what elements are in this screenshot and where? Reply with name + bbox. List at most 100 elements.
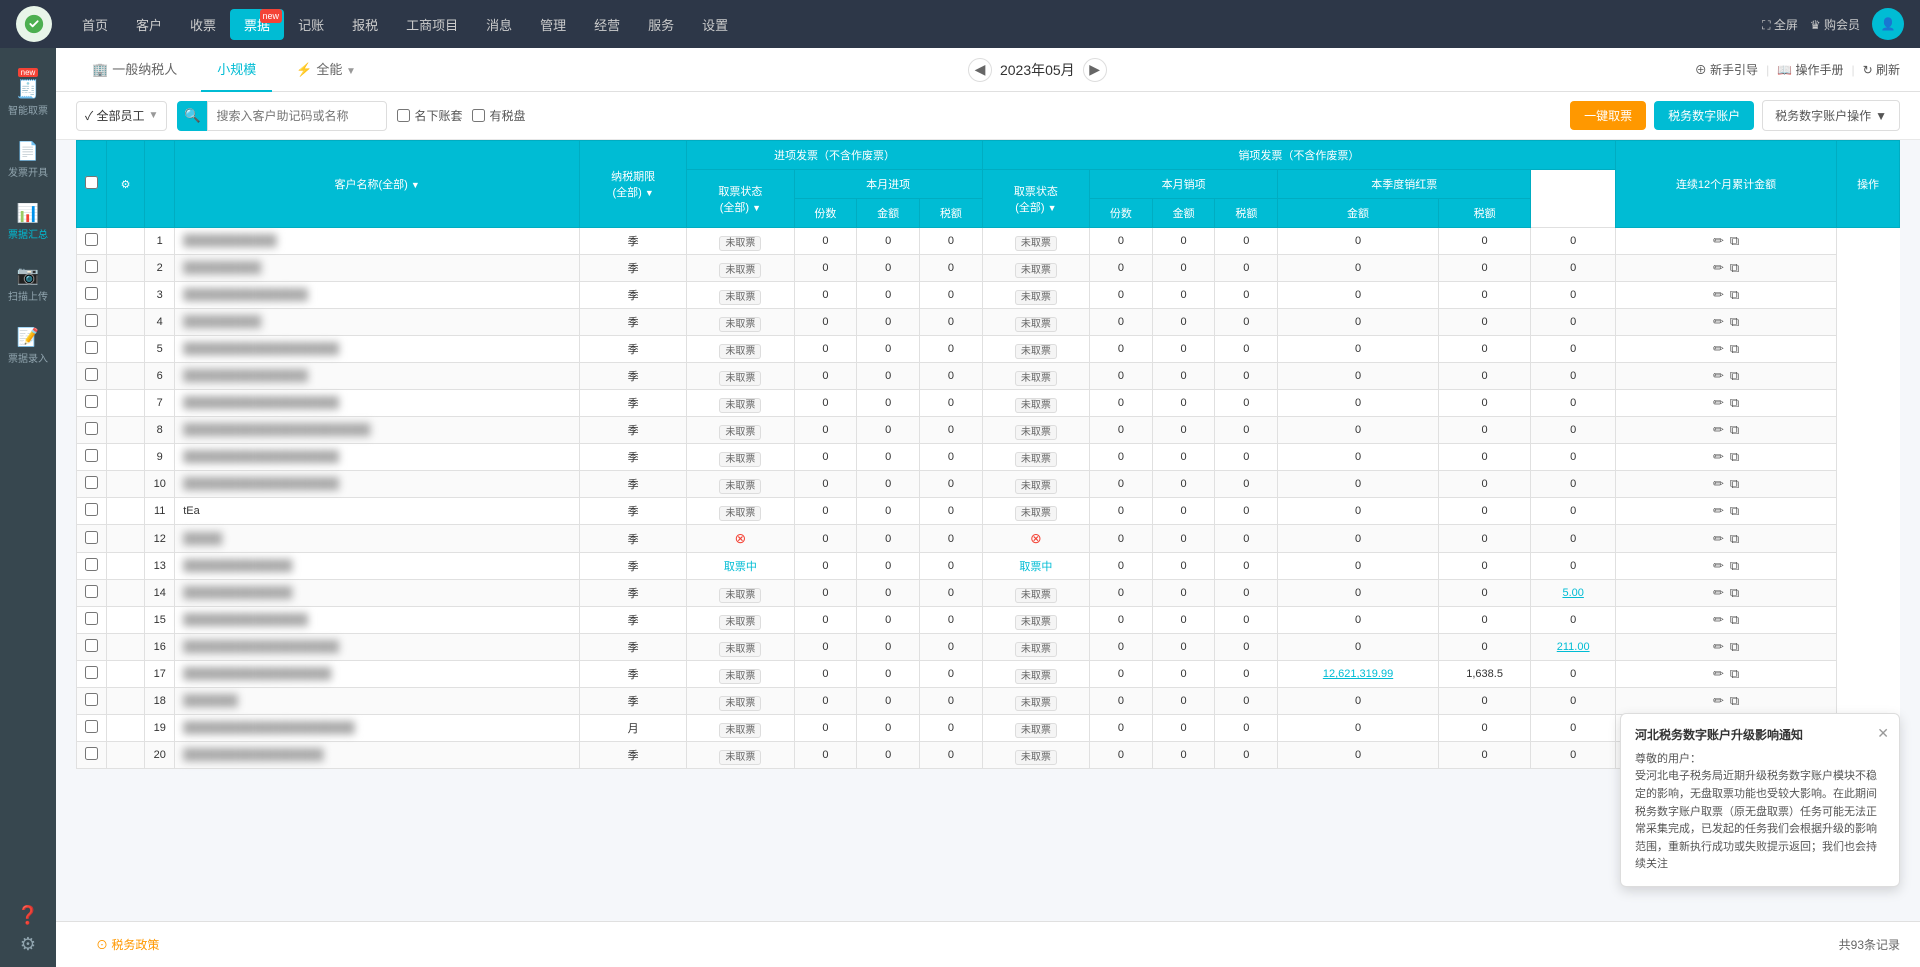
row-checkbox[interactable] <box>85 720 98 733</box>
notification-close-btn[interactable]: ✕ <box>1877 722 1889 744</box>
row-checkbox[interactable] <box>85 422 98 435</box>
search-input[interactable] <box>207 101 387 131</box>
under-account-checkbox[interactable]: 名下账套 <box>397 107 462 124</box>
employee-selector[interactable]: ✓ 全部员工 ▼ <box>76 101 167 131</box>
edit-icon[interactable]: ✏ <box>1713 558 1724 574</box>
row-checkbox[interactable] <box>85 287 98 300</box>
select-all-checkbox[interactable] <box>85 176 98 189</box>
manual-btn[interactable]: 📖 操作手册 <box>1777 61 1843 78</box>
digital-account-ops-btn[interactable]: 税务数字账户操作 ▼ <box>1762 100 1900 131</box>
edit-icon[interactable]: ✏ <box>1713 476 1724 492</box>
copy-icon[interactable]: ⧉ <box>1730 368 1739 384</box>
tab-full[interactable]: ⚡全能 ▼ <box>280 48 372 92</box>
digital-account-btn[interactable]: 税务数字账户 <box>1654 101 1754 130</box>
next-month-btn[interactable]: ▶ <box>1083 58 1107 82</box>
copy-icon[interactable]: ⧉ <box>1730 666 1739 682</box>
sidebar-help-icon[interactable]: ❓ <box>17 905 39 926</box>
sidebar-item-summary[interactable]: 📊 票据汇总 <box>0 193 56 251</box>
row-checkbox[interactable] <box>85 233 98 246</box>
nav-item-invoice[interactable]: 票据 new <box>230 9 284 40</box>
edit-icon[interactable]: ✏ <box>1713 314 1724 330</box>
cumulative-link[interactable]: 5.00 <box>1562 587 1583 599</box>
refresh-btn[interactable]: ↻ 刷新 <box>1863 61 1900 78</box>
copy-icon[interactable]: ⧉ <box>1730 585 1739 601</box>
edit-icon[interactable]: ✏ <box>1713 503 1724 519</box>
edit-icon[interactable]: ✏ <box>1713 639 1724 655</box>
nav-item-receive[interactable]: 收票 <box>176 9 230 40</box>
copy-icon[interactable]: ⧉ <box>1730 449 1739 465</box>
edit-icon[interactable]: ✏ <box>1713 233 1724 249</box>
nav-item-client[interactable]: 客户 <box>122 9 176 40</box>
sidebar-item-entry[interactable]: 📝 票据录入 <box>0 317 56 375</box>
row-checkbox[interactable] <box>85 449 98 462</box>
sidebar-item-scan[interactable]: 📷 扫描上传 <box>0 255 56 313</box>
nav-item-tax[interactable]: 报税 <box>338 9 392 40</box>
fullscreen-btn[interactable]: ⛶ 全屏 <box>1762 16 1798 33</box>
row-checkbox[interactable] <box>85 531 98 544</box>
copy-icon[interactable]: ⧉ <box>1730 503 1739 519</box>
nav-item-manage[interactable]: 管理 <box>526 9 580 40</box>
row-checkbox[interactable] <box>85 476 98 489</box>
nav-item-service[interactable]: 服务 <box>634 9 688 40</box>
edit-icon[interactable]: ✏ <box>1713 395 1724 411</box>
edit-icon[interactable]: ✏ <box>1713 693 1724 709</box>
copy-icon[interactable]: ⧉ <box>1730 341 1739 357</box>
nav-item-settings[interactable]: 设置 <box>688 9 742 40</box>
cumulative-link[interactable]: 211.00 <box>1557 641 1590 653</box>
copy-icon[interactable]: ⧉ <box>1730 476 1739 492</box>
sidebar-item-smart-ticket[interactable]: new 🧾 智能取票 <box>0 58 56 127</box>
copy-icon[interactable]: ⧉ <box>1730 422 1739 438</box>
has-disk-checkbox[interactable]: 有税盘 <box>472 107 525 124</box>
row-checkbox[interactable] <box>85 612 98 625</box>
row-checkbox[interactable] <box>85 639 98 652</box>
red-amount-link[interactable]: 12,621,319.99 <box>1323 668 1393 680</box>
row-checkbox[interactable] <box>85 503 98 516</box>
avatar[interactable]: 👤 <box>1872 8 1904 40</box>
row-checkbox[interactable] <box>85 260 98 273</box>
edit-icon[interactable]: ✏ <box>1713 666 1724 682</box>
edit-icon[interactable]: ✏ <box>1713 260 1724 276</box>
edit-icon[interactable]: ✏ <box>1713 341 1724 357</box>
edit-icon[interactable]: ✏ <box>1713 287 1724 303</box>
row-checkbox[interactable] <box>85 395 98 408</box>
vip-btn[interactable]: ♛ 购会员 <box>1810 16 1860 33</box>
row-checkbox[interactable] <box>85 558 98 571</box>
edit-icon[interactable]: ✏ <box>1713 612 1724 628</box>
nav-item-accounting[interactable]: 记账 <box>284 9 338 40</box>
sidebar-item-invoice-open[interactable]: 📄 发票开具 <box>0 131 56 189</box>
copy-icon[interactable]: ⧉ <box>1730 558 1739 574</box>
nav-item-home[interactable]: 首页 <box>68 9 122 40</box>
guide-btn[interactable]: ⊕ 新手引导 <box>1695 61 1758 78</box>
search-button[interactable]: 🔍 <box>177 101 207 131</box>
row-checkbox[interactable] <box>85 368 98 381</box>
row-checkbox[interactable] <box>85 341 98 354</box>
copy-icon[interactable]: ⧉ <box>1730 287 1739 303</box>
row-checkbox[interactable] <box>85 693 98 706</box>
copy-icon[interactable]: ⧉ <box>1730 260 1739 276</box>
edit-icon[interactable]: ✏ <box>1713 422 1724 438</box>
sidebar-settings-icon[interactable]: ⚙ <box>20 934 36 955</box>
row-checkbox[interactable] <box>85 585 98 598</box>
copy-icon[interactable]: ⧉ <box>1730 314 1739 330</box>
edit-icon[interactable]: ✏ <box>1713 368 1724 384</box>
tax-policy-link[interactable]: ⊙ 税务政策 <box>76 930 179 959</box>
nav-item-message[interactable]: 消息 <box>472 9 526 40</box>
tab-general[interactable]: 🏢一般纳税人 <box>76 48 193 92</box>
copy-icon[interactable]: ⧉ <box>1730 395 1739 411</box>
tab-small[interactable]: 小规模 <box>201 48 272 92</box>
edit-icon[interactable]: ✏ <box>1713 449 1724 465</box>
row-checkbox[interactable] <box>85 747 98 760</box>
edit-icon[interactable]: ✏ <box>1713 585 1724 601</box>
row-checkbox[interactable] <box>85 666 98 679</box>
copy-icon[interactable]: ⧉ <box>1730 233 1739 249</box>
row-checkbox[interactable] <box>85 314 98 327</box>
nav-item-operation[interactable]: 经营 <box>580 9 634 40</box>
copy-icon[interactable]: ⧉ <box>1730 612 1739 628</box>
prev-month-btn[interactable]: ◀ <box>968 58 992 82</box>
one-click-fetch-btn[interactable]: 一键取票 <box>1570 101 1646 130</box>
copy-icon[interactable]: ⧉ <box>1730 693 1739 709</box>
copy-icon[interactable]: ⧉ <box>1730 531 1739 547</box>
edit-icon[interactable]: ✏ <box>1713 531 1724 547</box>
copy-icon[interactable]: ⧉ <box>1730 639 1739 655</box>
nav-item-business[interactable]: 工商项目 <box>392 9 472 40</box>
